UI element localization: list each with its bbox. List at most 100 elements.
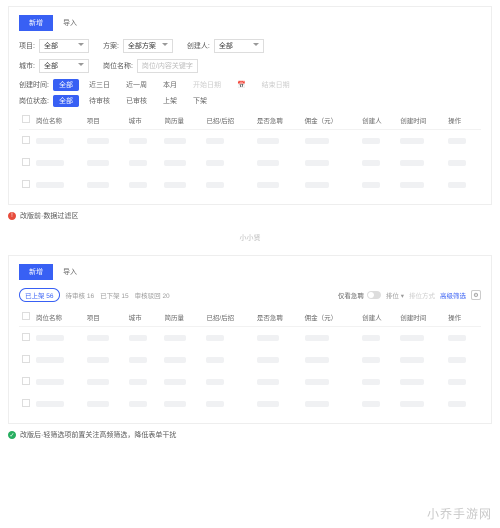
col-resume: 简历量 (161, 111, 203, 130)
skeleton-cell (305, 401, 329, 407)
skeleton-cell (400, 335, 424, 341)
skeleton-cell (362, 379, 380, 385)
chip-month[interactable]: 本月 (157, 79, 183, 91)
skeleton-cell (257, 357, 279, 363)
skeleton-cell (36, 182, 64, 188)
chip-1w[interactable]: 近一周 (120, 79, 153, 91)
col-project: 项目 (84, 111, 126, 130)
row-checkbox[interactable] (22, 136, 30, 144)
date-end[interactable]: 结束日期 (256, 79, 296, 91)
skeleton-cell (129, 401, 147, 407)
filter-scheme: 方案: 全部方案 (103, 39, 173, 53)
chip-status-pending[interactable]: 待审核 (83, 95, 116, 107)
status-off[interactable]: 已下架 15 (100, 290, 129, 300)
col-name: 岗位名称 (33, 111, 84, 130)
col-action: 操作 (445, 308, 481, 327)
skeleton-cell (448, 335, 466, 341)
skeleton-cell (257, 335, 279, 341)
skeleton-cell (129, 379, 147, 385)
tab-add[interactable]: 新增 (19, 15, 53, 31)
row-checkbox[interactable] (22, 333, 30, 341)
skeleton-cell (362, 401, 380, 407)
tabs: 新增 导入 (19, 15, 481, 31)
row-checkbox[interactable] (22, 399, 30, 407)
row-checkbox[interactable] (22, 377, 30, 385)
advanced-filter[interactable]: 高级筛选 (440, 290, 466, 300)
skeleton-cell (206, 379, 224, 385)
mid-label: 小小贤 (0, 227, 500, 249)
col-fee: 佣金（元） (302, 308, 360, 327)
chip-status-all[interactable]: 全部 (53, 95, 79, 107)
select-all-checkbox[interactable] (22, 312, 30, 320)
row-checkbox[interactable] (22, 158, 30, 166)
col-name: 岗位名称 (33, 308, 84, 327)
scheme-select[interactable]: 全部方案 (123, 39, 173, 53)
col-hired: 已招/后招 (203, 308, 254, 327)
watermark: 小乔手游网 (427, 505, 492, 522)
skeleton-cell (305, 160, 329, 166)
status-pill-on[interactable]: 已上架 56 (19, 288, 60, 302)
creator-select[interactable]: 全部 (214, 39, 264, 53)
switch-icon[interactable] (367, 291, 381, 299)
sort-select[interactable]: 排位 ▾ (386, 290, 404, 300)
filter-label: 城市: (19, 61, 35, 71)
skeleton-cell (36, 357, 64, 363)
skeleton-cell (400, 160, 424, 166)
skeleton-cell (129, 182, 147, 188)
table-body-2 (19, 327, 481, 416)
filter-row-2: 城市: 全部 岗位名称: 岗位/内容关键字 (19, 59, 481, 73)
filter-row-1: 项目: 全部 方案: 全部方案 创建人: 全部 (19, 39, 481, 53)
job-table: 岗位名称 项目 城市 简历量 已招/后招 是否急聘 佣金（元） 创建人 创建时间… (19, 111, 481, 196)
table-row (19, 371, 481, 393)
urgent-toggle[interactable]: 仅看急聘 (338, 290, 381, 300)
toolbar-right: 仅看急聘 排位 ▾ 排位方式 高级筛选 ⚙ (338, 290, 481, 300)
col-project: 项目 (84, 308, 126, 327)
project-select[interactable]: 全部 (39, 39, 89, 53)
select-all-checkbox[interactable] (22, 115, 30, 123)
skeleton-cell (164, 379, 186, 385)
row-checkbox[interactable] (22, 355, 30, 363)
tab-import[interactable]: 导入 (53, 15, 87, 31)
skeleton-cell (87, 401, 109, 407)
skeleton-cell (448, 357, 466, 363)
skeleton-cell (448, 182, 466, 188)
jobname-input[interactable]: 岗位/内容关键字 (137, 59, 198, 73)
skeleton-cell (164, 335, 186, 341)
skeleton-cell (305, 138, 329, 144)
skeleton-cell (206, 335, 224, 341)
date-start[interactable]: 开始日期 (187, 79, 227, 91)
chip-status-on[interactable]: 上架 (157, 95, 183, 107)
chip-status-approved[interactable]: 已审核 (120, 95, 153, 107)
status-pending[interactable]: 待审核 16 (66, 290, 95, 300)
chip-all[interactable]: 全部 (53, 79, 79, 91)
panel-after: 新增 导入 已上架 56 待审核 16 已下架 15 审核驳回 20 仅看急聘 … (8, 255, 492, 424)
skeleton-cell (36, 335, 64, 341)
tab-add[interactable]: 新增 (19, 264, 53, 280)
skeleton-cell (87, 357, 109, 363)
created-time-row: 创建时间: 全部 近三日 近一周 本月 开始日期 📅 结束日期 (19, 79, 481, 91)
skeleton-cell (362, 160, 380, 166)
skeleton-cell (87, 335, 109, 341)
skeleton-cell (362, 182, 380, 188)
skeleton-cell (129, 160, 147, 166)
calendar-icon[interactable]: 📅 (231, 80, 252, 90)
filter-label: 岗位状态: (19, 96, 49, 106)
skeleton-cell (164, 160, 186, 166)
city-select[interactable]: 全部 (39, 59, 89, 73)
row-checkbox[interactable] (22, 180, 30, 188)
chip-status-off[interactable]: 下架 (187, 95, 213, 107)
skeleton-cell (257, 401, 279, 407)
filter-label: 创建时间: (19, 80, 49, 90)
skeleton-cell (448, 160, 466, 166)
col-created: 创建时间 (397, 111, 445, 130)
skeleton-cell (206, 182, 224, 188)
skeleton-cell (36, 379, 64, 385)
note-text: 改版前·数据过滤区 (20, 211, 78, 221)
settings-icon[interactable]: ⚙ (471, 290, 481, 300)
status-reject[interactable]: 审核驳回 20 (135, 290, 170, 300)
col-creator: 创建人 (359, 308, 397, 327)
chip-3d[interactable]: 近三日 (83, 79, 116, 91)
skeleton-cell (448, 401, 466, 407)
tab-import[interactable]: 导入 (53, 264, 87, 280)
skeleton-cell (164, 357, 186, 363)
